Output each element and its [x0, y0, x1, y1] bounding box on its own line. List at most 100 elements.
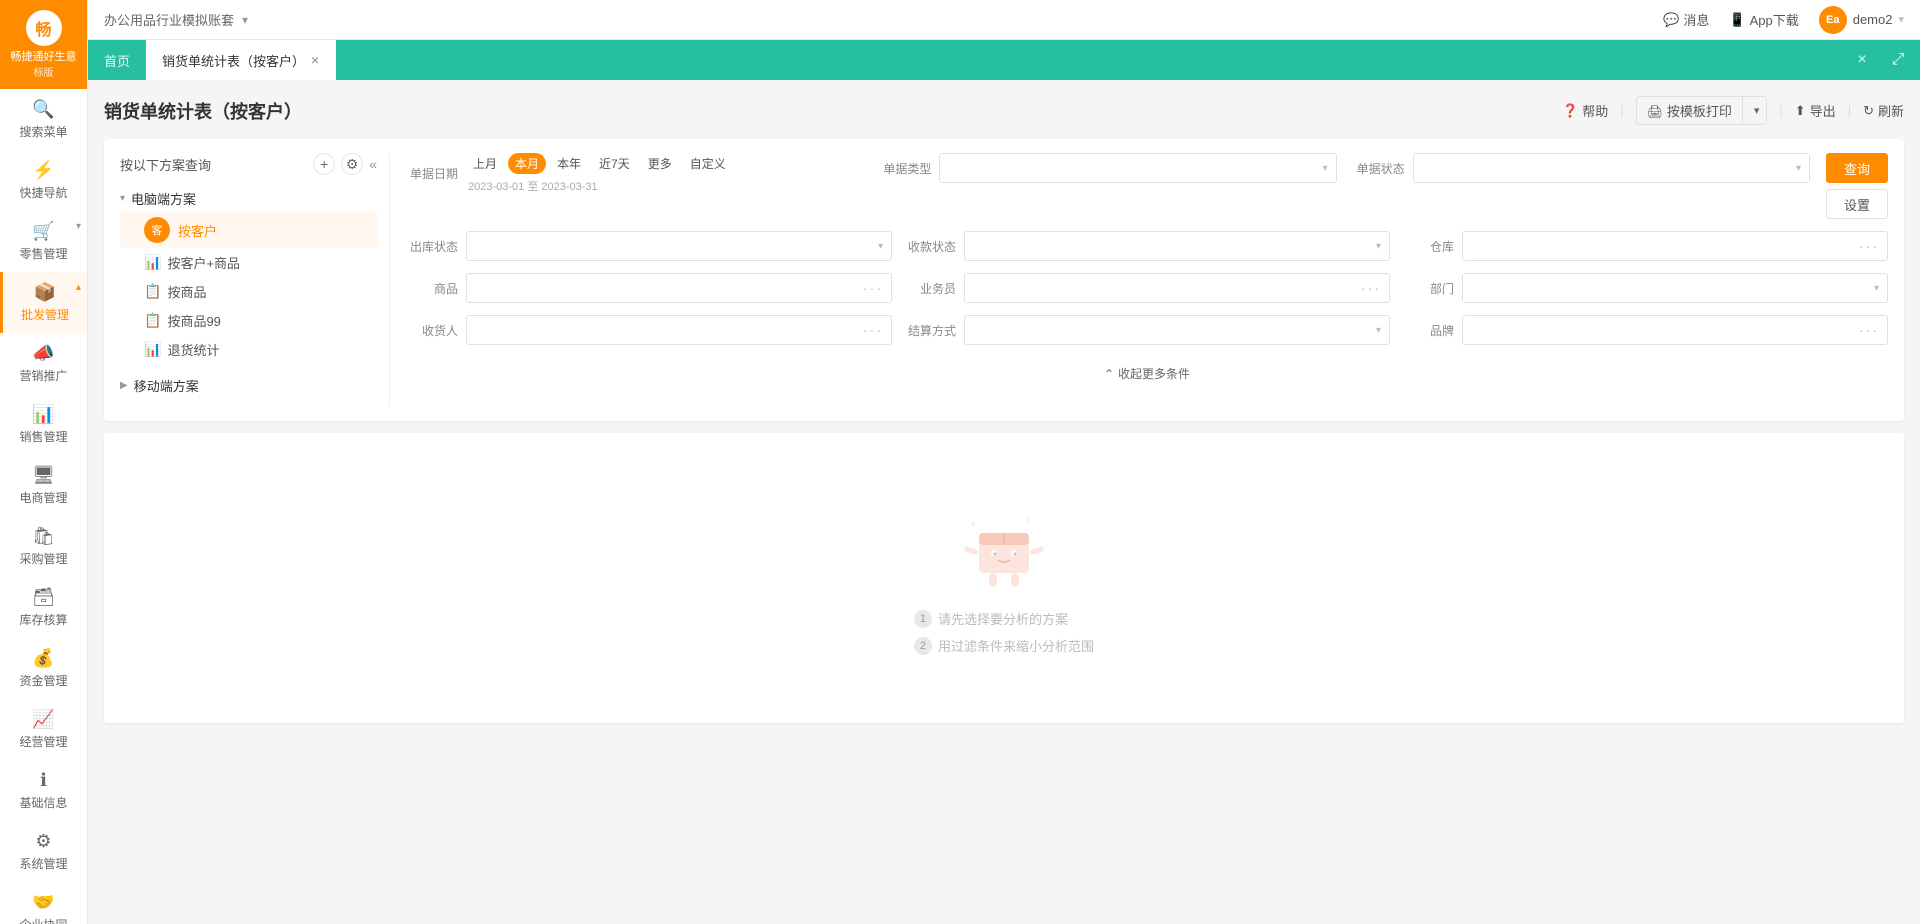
receiver-label: 收货人 [406, 322, 458, 339]
date-tabs: 上月 本月 本年 近7天 更多 自定义 [466, 153, 863, 174]
tab-home[interactable]: 首页 [88, 40, 146, 80]
collapse-bar[interactable]: ⌃ 收起更多条件 [406, 357, 1888, 384]
plan-settings-icon: ⚙ [346, 156, 359, 173]
receiver-field: 收货人 ··· [406, 315, 892, 345]
plan-group-desktop-header[interactable]: ▾ 电脑端方案 [120, 185, 377, 212]
refresh-btn[interactable]: ↻ 刷新 [1863, 101, 1904, 120]
plan-item-by-goods[interactable]: 📋 按商品 [120, 277, 377, 306]
message-btn[interactable]: 💬 消息 [1663, 10, 1709, 29]
query-button[interactable]: 查询 [1826, 153, 1888, 183]
print-label[interactable]: 🖨 按模板打印 [1637, 97, 1743, 124]
sidebar-item-basic-info[interactable]: ℹ 基础信息 [0, 760, 87, 821]
sidebar-item-inventory[interactable]: 🗃 库存核算 [0, 577, 87, 638]
print-dropdown-icon[interactable]: ▾ [1747, 100, 1767, 121]
mobile-group-arrow: ▶ [120, 380, 128, 391]
date-tab-this-month[interactable]: 本月 [508, 153, 546, 174]
out-status-input[interactable]: ▾ [466, 231, 892, 261]
help-icon: ❓ [1562, 103, 1578, 119]
print-text: 按模板打印 [1667, 104, 1732, 119]
plan-settings-btn[interactable]: ⚙ [341, 153, 363, 175]
sidebar-item-sales[interactable]: 📊 销售管理 [0, 394, 87, 455]
close-window-btn[interactable]: × [1848, 46, 1876, 74]
date-tab-last7[interactable]: 近7天 [592, 153, 637, 174]
salesperson-input[interactable]: ··· [964, 273, 1390, 303]
brand-dots: ··· [1859, 322, 1879, 338]
settings-button[interactable]: 设置 [1826, 189, 1888, 219]
purchase-icon: 🛍 [32, 526, 55, 547]
app-download-label: App下载 [1750, 10, 1799, 29]
collapse-icon: « [369, 156, 377, 172]
receive-status-field: 收款状态 ▾ [904, 231, 1390, 261]
order-type-arrow: ▾ [1323, 163, 1328, 174]
industry-dropdown-icon[interactable]: ▾ [242, 13, 248, 27]
date-tab-this-year[interactable]: 本年 [550, 153, 588, 174]
order-status-filter-group: 单据状态 ▾ [1353, 153, 1810, 183]
top-bar-left: 办公用品行业模拟账套 ▾ [104, 10, 248, 29]
plan-item-by-customer[interactable]: 客 按客户 [120, 212, 377, 248]
finance-icon: 💰 [32, 648, 54, 669]
logo-symbol: 畅 [35, 16, 51, 40]
sidebar-item-ecommerce[interactable]: 🖥 电商管理 [0, 455, 87, 516]
plan-item-by-goods99[interactable]: 📋 按商品99 [120, 306, 377, 335]
download-icon: 📱 [1729, 12, 1745, 28]
by-goods-icon: 📋 [144, 283, 161, 300]
order-type-input[interactable]: ▾ [939, 153, 1336, 183]
sidebar-item-wholesale[interactable]: 📦 批发管理 ▴ [0, 272, 87, 333]
sidebar-item-finance[interactable]: 💰 资金管理 [0, 638, 87, 699]
basic-info-icon: ℹ [40, 770, 47, 791]
export-btn[interactable]: ⬆ 导出 [1795, 101, 1836, 120]
sidebar-item-system[interactable]: ⚙ 系统管理 [0, 821, 87, 882]
sidebar-item-operations-label: 经营管理 [19, 733, 67, 750]
top-bar-right: 💬 消息 📱 App下载 Ea demo2 ▾ [1663, 6, 1904, 34]
sidebar-item-retail[interactable]: 🛒 零售管理 ▾ [0, 211, 87, 272]
date-tab-last-month[interactable]: 上月 [466, 153, 504, 174]
brand-label: 品牌 [1402, 322, 1454, 339]
sidebar-item-enterprise-collab[interactable]: 🤝 企业协同 [0, 882, 87, 924]
print-btn[interactable]: 🖨 按模板打印 ▾ [1636, 96, 1768, 125]
tab-bar: 首页 销货单统计表（按客户） × × ⤢ [88, 40, 1920, 80]
plan-collapse-btn[interactable]: « [369, 156, 377, 172]
customer-goods-icon: 📊 [144, 254, 161, 271]
warehouse-input[interactable]: ··· [1462, 231, 1888, 261]
plan-group-mobile-header[interactable]: ▶ 移动端方案 [120, 372, 377, 399]
sidebar-item-purchase[interactable]: 🛍 采购管理 [0, 516, 87, 577]
sidebar-item-quick-nav[interactable]: ⚡ 快捷导航 [0, 150, 87, 211]
filter-row-2: 出库状态 ▾ 收款状态 ▾ [406, 231, 1888, 261]
out-status-field: 出库状态 ▾ [406, 231, 892, 261]
receive-status-input[interactable]: ▾ [964, 231, 1390, 261]
date-tab-custom[interactable]: 自定义 [683, 153, 733, 174]
tab-close-icon[interactable]: × [311, 52, 319, 68]
sidebar-item-finance-label: 资金管理 [19, 672, 67, 689]
warehouse-field: 仓库 ··· [1402, 231, 1888, 261]
sidebar-item-purchase-label: 采购管理 [19, 550, 67, 567]
plan-panel-actions: + ⚙ « [313, 153, 377, 175]
search-icon: 🔍 [32, 99, 54, 120]
app-download-btn[interactable]: 📱 App下载 [1729, 10, 1798, 29]
help-btn[interactable]: ❓ 帮助 [1562, 101, 1608, 120]
page-actions: ❓ 帮助 | 🖨 按模板打印 ▾ | ⬆ 导出 | [1562, 96, 1904, 125]
sidebar-item-search[interactable]: 🔍 搜索菜单 [0, 89, 87, 150]
svg-text:✦: ✦ [1024, 516, 1031, 525]
hint-num-2: 2 [914, 637, 932, 655]
date-tab-more[interactable]: 更多 [641, 153, 679, 174]
receiver-input[interactable]: ··· [466, 315, 892, 345]
by-customer-goods-label: 按客户+商品 [167, 253, 240, 272]
out-status-arrow: ▾ [878, 241, 883, 252]
goods-input[interactable]: ··· [466, 273, 892, 303]
plan-item-customer-goods[interactable]: 📊 按客户+商品 [120, 248, 377, 277]
plan-item-return-stats[interactable]: 📊 退货统计 [120, 335, 377, 364]
brand-field: 品牌 ··· [1402, 315, 1888, 345]
order-status-input[interactable]: ▾ [1413, 153, 1810, 183]
sidebar-item-operations[interactable]: 📈 经营管理 [0, 699, 87, 760]
filter-row-4: 收货人 ··· 结算方式 ▾ [406, 315, 1888, 345]
by-goods99-label: 按商品99 [167, 311, 220, 330]
brand-input[interactable]: ··· [1462, 315, 1888, 345]
plan-add-btn[interactable]: + [313, 153, 335, 175]
payment-method-input[interactable]: ▾ [964, 315, 1390, 345]
user-area[interactable]: Ea demo2 ▾ [1819, 6, 1904, 34]
dept-input[interactable]: ▾ [1462, 273, 1888, 303]
date-range-text: 2023-03-01 至 2023-03-31 [466, 178, 863, 194]
sidebar-item-marketing[interactable]: 📣 营销推广 [0, 333, 87, 394]
maximize-btn[interactable]: ⤢ [1884, 46, 1912, 74]
tab-sales-stats[interactable]: 销货单统计表（按客户） × [146, 40, 336, 80]
